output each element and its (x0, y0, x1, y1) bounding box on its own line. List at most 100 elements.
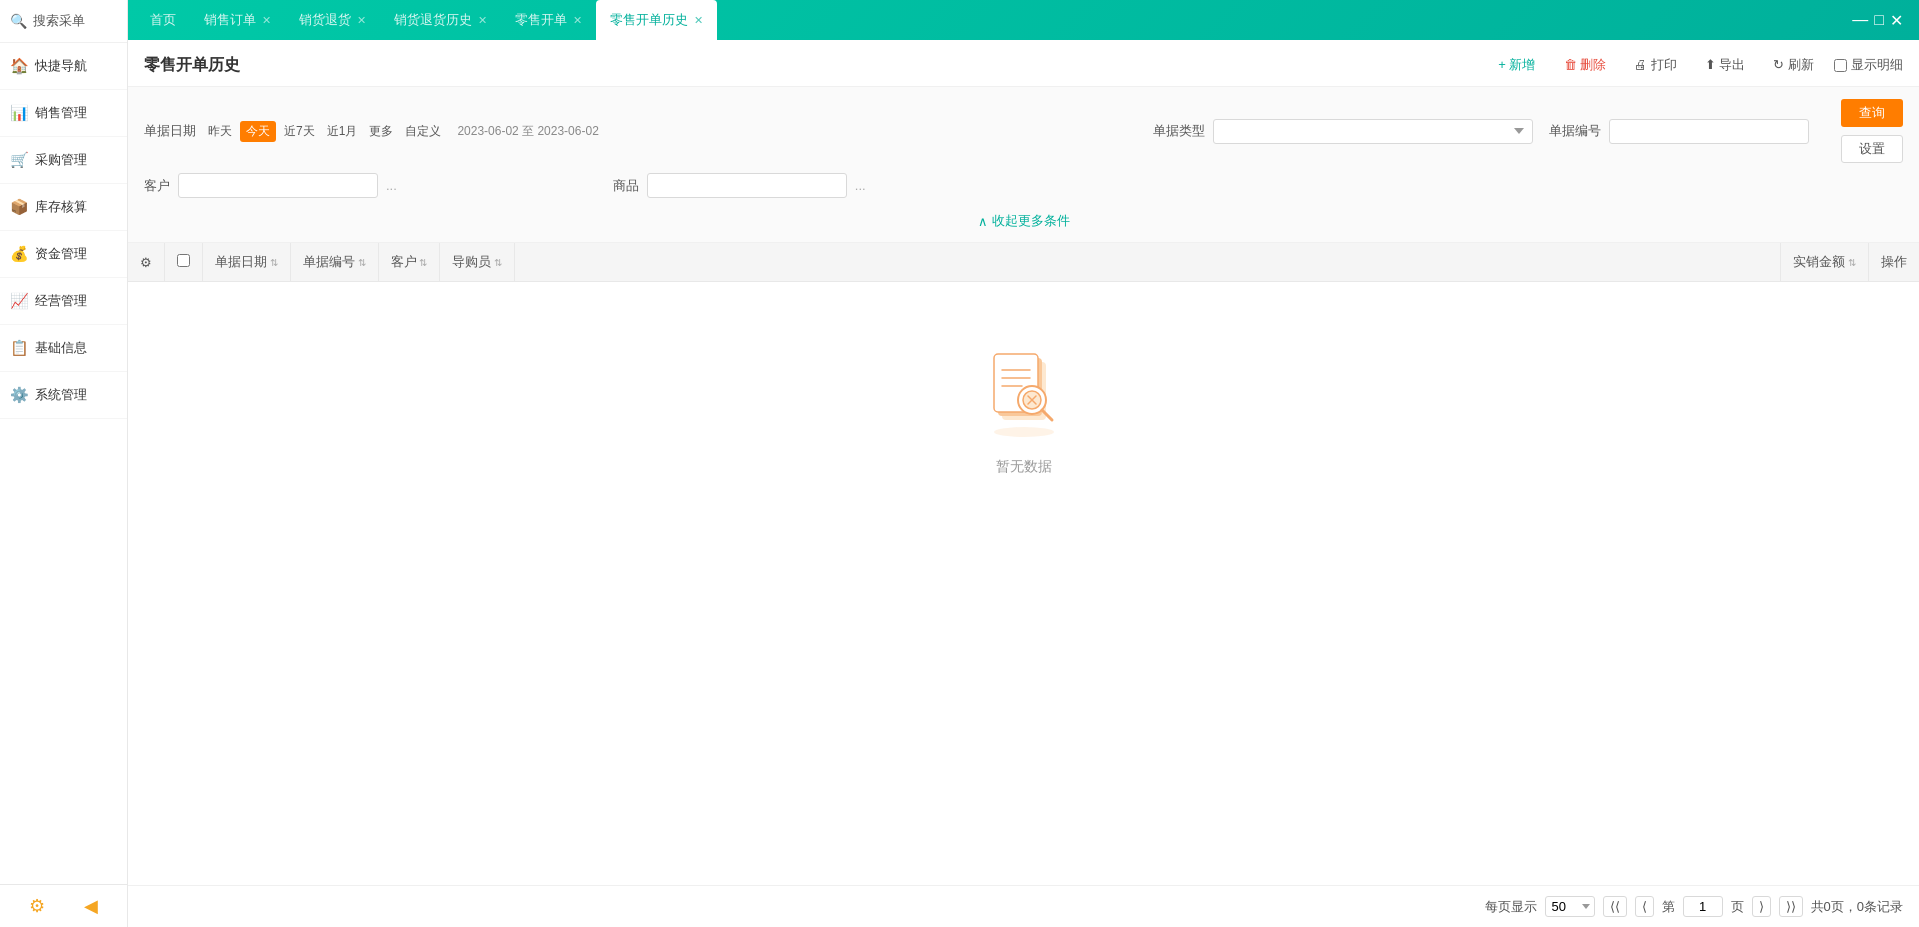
sidebar-label-sys-mgmt: 系统管理 (35, 386, 87, 404)
sidebar-label-inventory: 库存核算 (35, 198, 87, 216)
sidebar-icon-quick-nav: 🏠 (10, 57, 29, 75)
sidebar-icon-sales-mgmt: 📊 (10, 104, 29, 122)
tab-sales-return[interactable]: 销货退货 ✕ (285, 0, 380, 40)
tab-close-sales-order[interactable]: ✕ (262, 14, 271, 27)
query-button[interactable]: 查询 (1841, 99, 1903, 127)
tab-label-retail-open-history: 零售开单历史 (610, 11, 688, 29)
filter-row-2: 客户 ... 商品 ... (144, 173, 1903, 198)
last-page-btn[interactable]: ⟩⟩ (1779, 896, 1803, 917)
display-detail-input[interactable] (1834, 59, 1847, 72)
add-button[interactable]: + 新增 (1490, 52, 1543, 78)
tab-retail-open-history[interactable]: 零售开单历史 ✕ (596, 0, 717, 40)
tab-home[interactable]: 首页 (136, 0, 190, 40)
th-order-no[interactable]: 单据编号 (290, 243, 378, 282)
date-range-btns: 昨天今天近7天近1月更多自定义 (204, 121, 445, 142)
th-checkbox[interactable] (165, 243, 203, 282)
window-minimize[interactable]: — (1852, 11, 1868, 29)
toolbar: + 新增 🗑 删除 🖨 打印 ⬆ 导出 ↻ 刷新 显示明细 (1490, 52, 1903, 78)
date-filter-label: 单据日期 (144, 122, 196, 140)
sidebar-item-finance[interactable]: 💰资金管理 (0, 231, 127, 278)
sidebar-icon-operations: 📈 (10, 292, 29, 310)
order-no-input[interactable] (1609, 119, 1809, 144)
order-no-label: 单据编号 (1549, 122, 1601, 140)
goods-label: 商品 (613, 177, 639, 195)
data-table: ⚙ 单据日期 单据编号 客户 导购员 实销金额 操作 (128, 243, 1919, 282)
date-btn-昨天[interactable]: 昨天 (204, 122, 236, 141)
tab-label-retail-open: 零售开单 (515, 11, 567, 29)
tab-sales-return-history[interactable]: 销货退货历史 ✕ (380, 0, 501, 40)
sidebar-item-sales-mgmt[interactable]: 📊 销售管理 (0, 90, 127, 137)
sidebar-icon-inventory: 📦 (10, 198, 29, 216)
goods-dotdot[interactable]: ... (855, 178, 866, 193)
date-btn-更多[interactable]: 更多 (365, 122, 397, 141)
th-settings[interactable]: ⚙ (128, 243, 165, 282)
first-page-btn[interactable]: ⟨⟨ (1603, 896, 1627, 917)
tab-retail-open[interactable]: 零售开单 ✕ (501, 0, 596, 40)
search-icon: 🔍 (10, 13, 27, 29)
sidebar-collapse-btn[interactable]: ◀ (84, 895, 98, 917)
sidebar-item-operations[interactable]: 📈 经营管理 (0, 278, 127, 325)
svg-point-0 (994, 427, 1054, 437)
order-type-select[interactable] (1213, 119, 1533, 144)
window-maximize[interactable]: □ (1874, 11, 1884, 29)
export-button[interactable]: ⬆ 导出 (1697, 52, 1754, 78)
sidebar-label-operations: 经营管理 (35, 292, 87, 310)
tab-close-retail-open[interactable]: ✕ (573, 14, 582, 27)
tab-label-sales-return: 销货退货 (299, 11, 351, 29)
goods-input[interactable] (647, 173, 847, 198)
top-nav: 首页销售订单 ✕ 销货退货 ✕ 销货退货历史 ✕ 零售开单 ✕ 零售开单历史 ✕ — □ ✕ (128, 0, 1919, 40)
settings-button[interactable]: 设置 (1841, 135, 1903, 163)
window-close-btn[interactable]: ✕ (1890, 11, 1903, 30)
refresh-button[interactable]: ↻ 刷新 (1765, 52, 1822, 78)
next-page-btn[interactable]: ⟩ (1752, 896, 1771, 917)
th-spacer (515, 243, 1781, 282)
prev-page-btn[interactable]: ⟨ (1635, 896, 1654, 917)
empty-state: 暂无数据 (128, 282, 1919, 536)
th-action: 操作 (1869, 243, 1920, 282)
display-detail-label: 显示明细 (1851, 56, 1903, 74)
goods-filter: 商品 ... (613, 173, 866, 198)
customer-dotdot[interactable]: ... (386, 178, 397, 193)
collapse-btn[interactable]: ∧ 收起更多条件 (144, 208, 1903, 234)
main-area: 首页销售订单 ✕ 销货退货 ✕ 销货退货历史 ✕ 零售开单 ✕ 零售开单历史 ✕ — □ ✕ 零售… (128, 0, 1919, 927)
tab-label-sales-return-history: 销货退货历史 (394, 11, 472, 29)
customer-input[interactable] (178, 173, 378, 198)
th-salesperson[interactable]: 导购员 (440, 243, 515, 282)
tab-label-sales-order: 销售订单 (204, 11, 256, 29)
total-text: 共0页，0条记录 (1811, 898, 1903, 916)
delete-button[interactable]: 🗑 删除 (1556, 52, 1615, 78)
sidebar-nav: 🏠快捷导航 📊 销售管理 🛒采购管理 📦 库存核算 💰资金管理 📈 经营管理 📋基础信息 ⚙️ 系统管… (0, 43, 127, 884)
sidebar-search[interactable]: 🔍 搜索采单 (0, 0, 127, 43)
sidebar-label-sales-mgmt: 销售管理 (35, 104, 87, 122)
sidebar-item-quick-nav[interactable]: 🏠快捷导航 (0, 43, 127, 90)
sidebar-search-label: 搜索采单 (33, 12, 85, 30)
select-all-checkbox[interactable] (177, 254, 190, 267)
page-title: 零售开单历史 (144, 55, 240, 76)
sidebar-item-sys-mgmt[interactable]: ⚙️ 系统管理 (0, 372, 127, 419)
print-button[interactable]: 🖨 打印 (1626, 52, 1685, 78)
th-date[interactable]: 单据日期 (203, 243, 291, 282)
date-btn-自定义[interactable]: 自定义 (401, 122, 445, 141)
sidebar-item-basic-info[interactable]: 📋基础信息 (0, 325, 127, 372)
tab-close-retail-open-history[interactable]: ✕ (694, 14, 703, 27)
date-btn-今天[interactable]: 今天 (240, 121, 276, 142)
sidebar-item-purchase-mgmt[interactable]: 🛒采购管理 (0, 137, 127, 184)
page-label-2: 页 (1731, 898, 1744, 916)
sidebar-item-inventory[interactable]: 📦 库存核算 (0, 184, 127, 231)
th-amount[interactable]: 实销金额 (1781, 243, 1869, 282)
filter-row-1: 单据日期 昨天今天近7天近1月更多自定义 2023-06-02 至 2023-0… (144, 99, 1903, 163)
tab-close-sales-return-history[interactable]: ✕ (478, 14, 487, 27)
collapse-label: 收起更多条件 (992, 212, 1070, 230)
tab-close-sales-return[interactable]: ✕ (357, 14, 366, 27)
order-type-label: 单据类型 (1153, 122, 1205, 140)
date-btn-近1月[interactable]: 近1月 (323, 122, 362, 141)
th-customer[interactable]: 客户 (378, 243, 440, 282)
page-size-select[interactable]: 102050100 (1545, 896, 1595, 917)
sidebar-icon-sys-mgmt: ⚙️ (10, 386, 29, 404)
date-btn-近7天[interactable]: 近7天 (280, 122, 319, 141)
tab-sales-order[interactable]: 销售订单 ✕ (190, 0, 285, 40)
sidebar-settings-btn[interactable]: ⚙ (29, 895, 45, 917)
current-page-input[interactable]: 1 (1683, 896, 1723, 917)
collapse-icon: ∧ (978, 214, 988, 229)
display-detail-checkbox[interactable]: 显示明细 (1834, 56, 1903, 74)
